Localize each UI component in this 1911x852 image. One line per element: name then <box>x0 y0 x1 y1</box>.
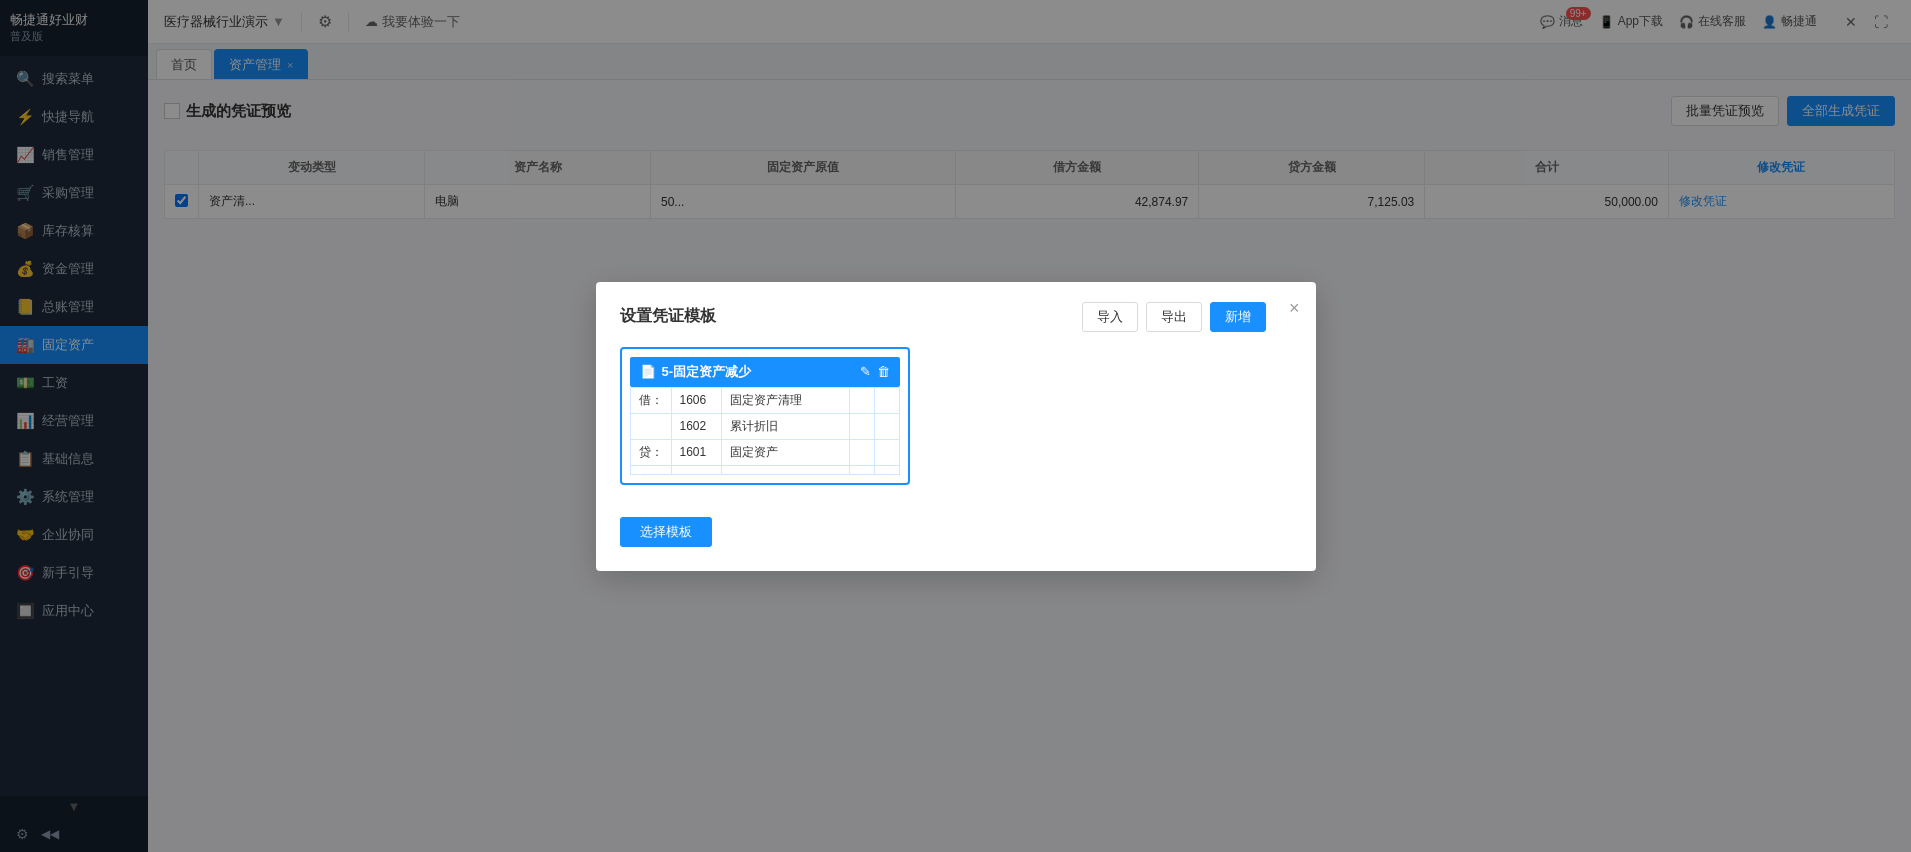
entry-extra2-0 <box>874 387 899 413</box>
template-entry-row: 贷： 1601 固定资产 <box>630 439 899 465</box>
select-template-btn[interactable]: 选择模板 <box>620 517 712 547</box>
template-edit-btn[interactable]: ✎ <box>860 364 871 379</box>
template-card-title: 📄 5-固定资产减少 <box>640 363 752 381</box>
entry-code-1: 1602 <box>671 413 721 439</box>
modal-toolbar: 导入 导出 新增 <box>1082 302 1266 332</box>
entry-account-1: 累计折旧 <box>721 413 850 439</box>
entry-extra2-1 <box>874 413 899 439</box>
entry-extra2-3 <box>874 465 899 474</box>
entry-code-3 <box>671 465 721 474</box>
template-card: 📄 5-固定资产减少 ✎ 🗑 借： 1606 固定资产清理 <box>620 347 910 485</box>
entry-direction-1 <box>630 413 671 439</box>
new-template-btn[interactable]: 新增 <box>1210 302 1266 332</box>
template-name: 5-固定资产减少 <box>662 363 752 381</box>
template-doc-icon: 📄 <box>640 364 656 379</box>
entry-direction-3 <box>630 465 671 474</box>
modal-overlay: 设置凭证模板 × 导入 导出 新增 📄 5-固定资产减少 ✎ 🗑 <box>0 0 1911 852</box>
entry-extra-0 <box>850 387 875 413</box>
template-entries-table: 借： 1606 固定资产清理 1602 累计折旧 贷： <box>630 387 900 475</box>
entry-extra-1 <box>850 413 875 439</box>
entry-extra2-2 <box>874 439 899 465</box>
select-template-wrapper: 选择模板 <box>620 501 1292 547</box>
entry-account-2: 固定资产 <box>721 439 850 465</box>
entry-account-0: 固定资产清理 <box>721 387 850 413</box>
entry-direction-0: 借： <box>630 387 671 413</box>
export-btn[interactable]: 导出 <box>1146 302 1202 332</box>
template-delete-btn[interactable]: 🗑 <box>877 364 890 379</box>
modal-close-btn[interactable]: × <box>1289 298 1300 319</box>
entry-code-2: 1601 <box>671 439 721 465</box>
entry-extra-2 <box>850 439 875 465</box>
import-btn[interactable]: 导入 <box>1082 302 1138 332</box>
template-entry-row <box>630 465 899 474</box>
entry-direction-2: 贷： <box>630 439 671 465</box>
entry-account-3 <box>721 465 850 474</box>
template-card-header: 📄 5-固定资产减少 ✎ 🗑 <box>630 357 900 387</box>
template-entry-row: 1602 累计折旧 <box>630 413 899 439</box>
entry-extra-3 <box>850 465 875 474</box>
entry-code-0: 1606 <box>671 387 721 413</box>
template-entry-row: 借： 1606 固定资产清理 <box>630 387 899 413</box>
modal-set-template: 设置凭证模板 × 导入 导出 新增 📄 5-固定资产减少 ✎ 🗑 <box>596 282 1316 571</box>
template-card-actions: ✎ 🗑 <box>860 364 890 379</box>
